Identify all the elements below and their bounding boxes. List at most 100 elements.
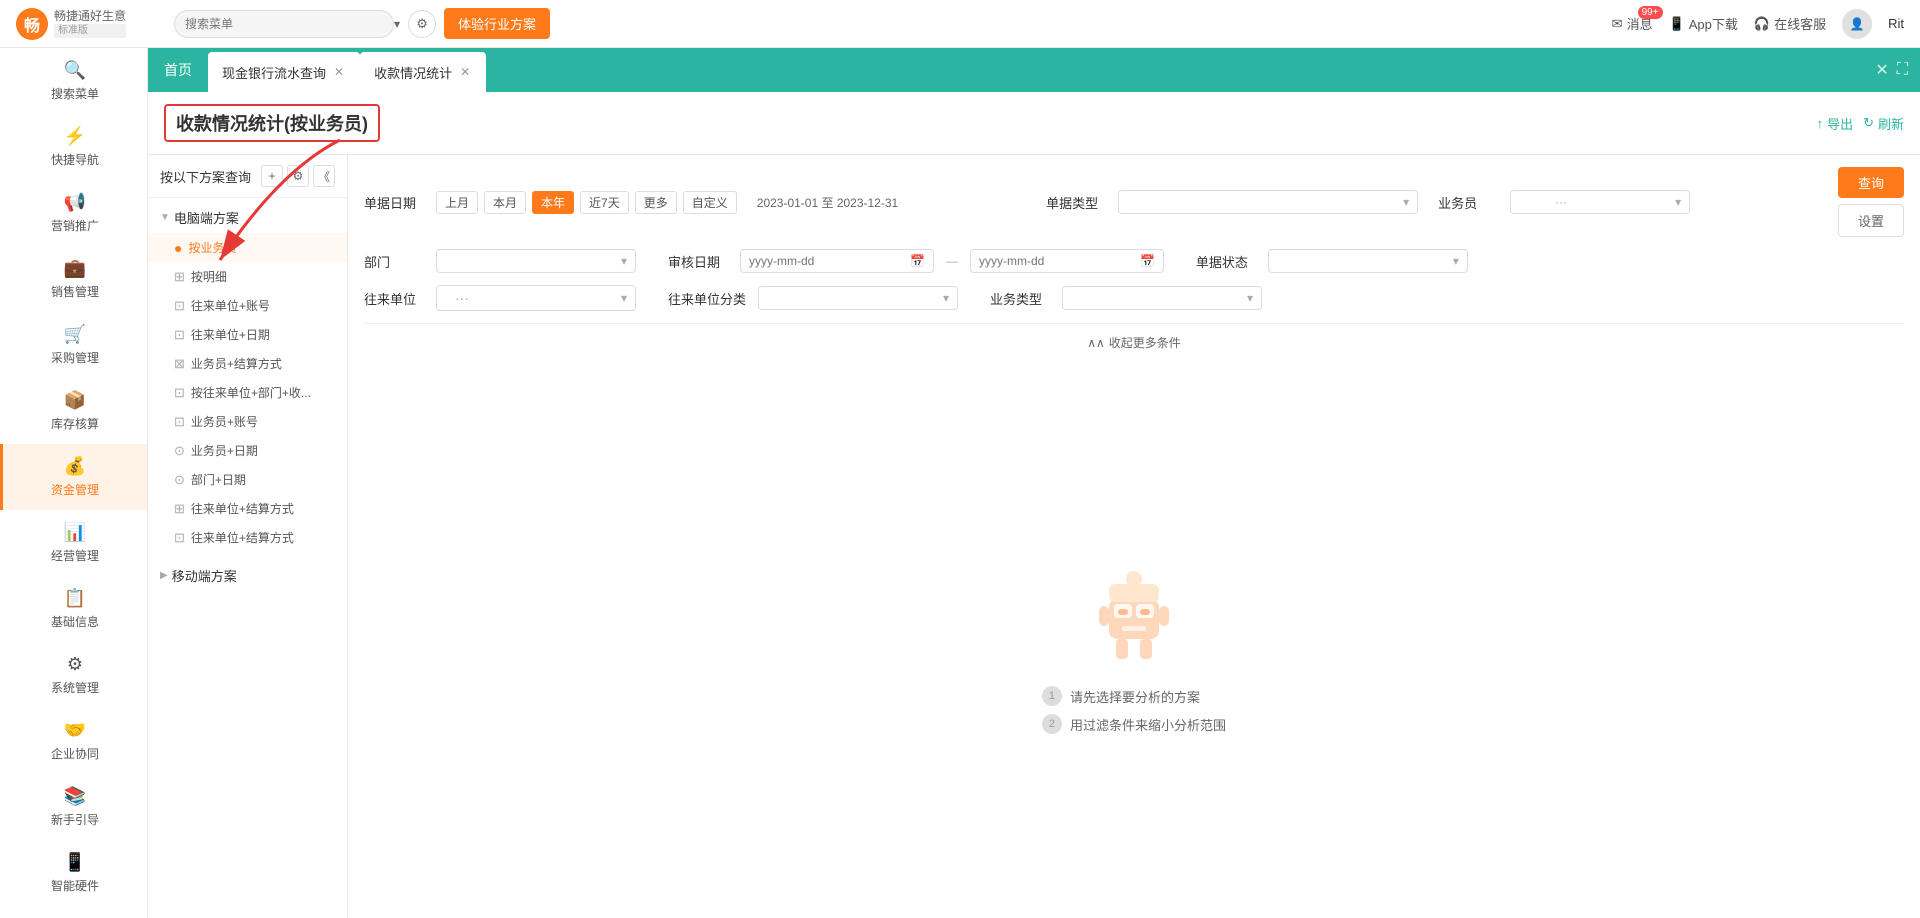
partner-category-select[interactable]: ▾ bbox=[758, 286, 958, 310]
tab-minimize-btn[interactable]: ✕ bbox=[1875, 60, 1888, 80]
tab-maximize-btn[interactable]: ⛶ bbox=[1897, 61, 1908, 79]
date-btn-7days[interactable]: 近7天 bbox=[580, 191, 629, 214]
partner-category-chevron: ▾ bbox=[943, 291, 949, 305]
scheme-item-label-4: 业务员+结算方式 bbox=[191, 355, 282, 372]
left-panel-title: 按以下方案查询 bbox=[160, 167, 251, 186]
date-btn-this-year[interactable]: 本年 bbox=[532, 191, 574, 214]
review-date-to-input[interactable] bbox=[979, 254, 1134, 268]
sidebar-item-inventory[interactable]: 📦 库存核算 bbox=[0, 378, 147, 444]
sidebar-item-marketing[interactable]: 📢 营销推广 bbox=[0, 180, 147, 246]
date-btn-this-month[interactable]: 本月 bbox=[484, 191, 526, 214]
sidebar-item-base[interactable]: 📋 基础信息 bbox=[0, 576, 147, 642]
set-button[interactable]: 设置 bbox=[1838, 204, 1904, 237]
sidebar-label-purchase: 采购管理 bbox=[51, 349, 99, 366]
user-avatar[interactable]: 👤 bbox=[1842, 9, 1872, 39]
filter-row-date: 单据日期 上月 本月 本年 近7天 更多 自定义 2023-01-01 至 20… bbox=[364, 167, 1904, 237]
sidebar-label-sales: 销售管理 bbox=[51, 283, 99, 300]
scheme-item-salesman-date[interactable]: ⊙ 业务员+日期 bbox=[148, 436, 347, 465]
scheme-item-detail[interactable]: ⊞ 按明细 bbox=[148, 262, 347, 291]
tab-bank-flow[interactable]: 现金银行流水查询 ✕ bbox=[208, 52, 360, 92]
date-btn-custom[interactable]: 自定义 bbox=[683, 191, 737, 214]
date-btn-prev-month[interactable]: 上月 bbox=[436, 191, 478, 214]
app-layout: 🔍 搜索菜单 ⚡ 快捷导航 📢 营销推广 💼 销售管理 🛒 采购管理 📦 库存核… bbox=[0, 48, 1920, 918]
page-title: 收款情况统计(按业务员) bbox=[164, 104, 380, 142]
partner-dots[interactable]: ··· bbox=[455, 290, 469, 306]
sidebar-item-hardware[interactable]: 📱 智能硬件 bbox=[0, 840, 147, 906]
sidebar-label-nav: 快捷导航 bbox=[51, 151, 99, 168]
scheme-item-partner-settle1[interactable]: ⊞ 往来单位+结算方式 bbox=[148, 494, 347, 523]
collapse-bar[interactable]: ∧∧ 收起更多条件 bbox=[364, 323, 1904, 361]
partner-select[interactable]: ··· ▾ bbox=[436, 285, 636, 311]
scheme-item-label-3: 往来单位+日期 bbox=[191, 326, 270, 343]
desktop-group-title[interactable]: ▼ 电脑端方案 bbox=[148, 202, 347, 233]
left-panel-header: 按以下方案查询 + ⚙ 《 bbox=[148, 155, 347, 198]
sidebar-item-finance[interactable]: 💰 资金管理 bbox=[0, 444, 147, 510]
salesman-select[interactable]: ··· ▾ bbox=[1510, 190, 1690, 214]
review-date-from-input[interactable] bbox=[749, 254, 904, 268]
empty-steps: 1 请先选择要分析的方案 2 用过滤条件来缩小分析范围 bbox=[1042, 686, 1226, 734]
biz-type-select[interactable]: ▾ bbox=[1062, 286, 1262, 310]
salesman-more-icon[interactable]: ··· bbox=[1555, 195, 1567, 209]
sidebar-item-purchase[interactable]: 🛒 采购管理 bbox=[0, 312, 147, 378]
scheme-item-partner-settle2[interactable]: ⊡ 往来单位+结算方式 bbox=[148, 523, 347, 552]
app-download-btn[interactable]: 📱 App下载 bbox=[1669, 14, 1738, 33]
tab-home[interactable]: 首页 bbox=[148, 48, 208, 92]
detail-icon: ⊞ bbox=[174, 269, 185, 285]
category-chevron: ▾ bbox=[1403, 195, 1409, 209]
sidebar-item-guide[interactable]: 📚 新手引导 bbox=[0, 774, 147, 840]
scheme-item-salesman-settle[interactable]: ⊠ 业务员+结算方式 bbox=[148, 349, 347, 378]
export-btn[interactable]: ↑ 导出 bbox=[1817, 114, 1854, 133]
category-label: 单据类型 bbox=[1046, 193, 1106, 212]
sidebar-item-system[interactable]: ⚙ 系统管理 bbox=[0, 642, 147, 708]
header-right: ✉ 消息 99+ 📱 App下载 🎧 在线客服 👤 Rit bbox=[1612, 9, 1904, 39]
refresh-btn[interactable]: ↻ 刷新 bbox=[1863, 114, 1904, 133]
message-badge: 99+ bbox=[1638, 6, 1663, 19]
sidebar-item-nav[interactable]: ⚡ 快捷导航 bbox=[0, 114, 147, 180]
tab-receipt-stats-close[interactable]: ✕ bbox=[458, 63, 472, 81]
page-content: 收款情况统计(按业务员) ↑ 导出 ↻ 刷新 按以下方 bbox=[148, 92, 1920, 918]
add-scheme-btn[interactable]: + bbox=[261, 165, 283, 187]
trial-button[interactable]: 体验行业方案 bbox=[444, 8, 550, 39]
scheme-item-salesman[interactable]: ● 按业务员 bbox=[148, 233, 347, 262]
sidebar-item-wechat[interactable]: 💬 企业微信 bbox=[0, 906, 147, 918]
partner-settle1-icon: ⊞ bbox=[174, 501, 185, 517]
review-date-from[interactable]: 📅 bbox=[740, 249, 934, 273]
header-dropdown-btn[interactable]: ▾ bbox=[394, 17, 400, 31]
sidebar-item-sales[interactable]: 💼 销售管理 bbox=[0, 246, 147, 312]
scheme-item-label-5: 按往来单位+部门+收... bbox=[191, 384, 311, 401]
review-date-to[interactable]: 📅 bbox=[970, 249, 1164, 273]
scheme-settings-btn[interactable]: ⚙ bbox=[287, 165, 309, 187]
tab-receipt-stats[interactable]: 收款情况统计 ✕ bbox=[360, 52, 486, 92]
mobile-scheme-group: ▶ 移动端方案 bbox=[148, 556, 347, 595]
sales-icon: 💼 bbox=[64, 258, 86, 279]
message-btn[interactable]: ✉ 消息 99+ bbox=[1612, 14, 1653, 33]
scheme-item-partner-date[interactable]: ⊡ 往来单位+日期 bbox=[148, 320, 347, 349]
scheme-item-salesman-account[interactable]: ⊡ 业务员+账号 bbox=[148, 407, 347, 436]
partner-label: 往来单位 bbox=[364, 289, 424, 308]
filter-row-partner: 往来单位 ··· ▾ 往来单位分类 ▾ 业务类型 bbox=[364, 285, 1904, 311]
scheme-item-dept-date[interactable]: ⊙ 部门+日期 bbox=[148, 465, 347, 494]
scheme-item-label-6: 业务员+账号 bbox=[191, 413, 258, 430]
sidebar-label-finance: 资金管理 bbox=[51, 481, 99, 498]
query-button[interactable]: 查询 bbox=[1838, 167, 1904, 198]
collapse-panel-btn[interactable]: 《 bbox=[313, 165, 335, 187]
avatar-text: 👤 bbox=[1850, 17, 1865, 31]
online-service-btn[interactable]: 🎧 在线客服 bbox=[1754, 14, 1826, 33]
main-content: 首页 现金银行流水查询 ✕ 收款情况统计 ✕ ✕ ⛶ 收款情况统计(按业务员) bbox=[148, 48, 1920, 918]
search-input[interactable] bbox=[174, 10, 394, 38]
dept-select[interactable]: ▾ bbox=[436, 249, 636, 273]
category-select[interactable]: ▾ bbox=[1118, 190, 1418, 214]
mobile-group-title[interactable]: ▶ 移动端方案 bbox=[148, 560, 347, 591]
dept-label: 部门 bbox=[364, 252, 424, 271]
bill-status-select[interactable]: ▾ bbox=[1268, 249, 1468, 273]
partner-date-icon: ⊡ bbox=[174, 327, 185, 343]
sidebar-item-operation[interactable]: 📊 经营管理 bbox=[0, 510, 147, 576]
sidebar-item-search[interactable]: 🔍 搜索菜单 bbox=[0, 48, 147, 114]
scheme-item-partner-account[interactable]: ⊡ 往来单位+账号 bbox=[148, 291, 347, 320]
tab-bank-flow-close[interactable]: ✕ bbox=[332, 63, 346, 81]
filter-row-dept: 部门 ▾ 审核日期 📅 — bbox=[364, 249, 1904, 273]
date-btn-more[interactable]: 更多 bbox=[635, 191, 677, 214]
sidebar-item-collab[interactable]: 🤝 企业协同 bbox=[0, 708, 147, 774]
header-gear-btn[interactable]: ⚙ bbox=[408, 10, 436, 38]
scheme-item-partner-dept[interactable]: ⊡ 按往来单位+部门+收... bbox=[148, 378, 347, 407]
